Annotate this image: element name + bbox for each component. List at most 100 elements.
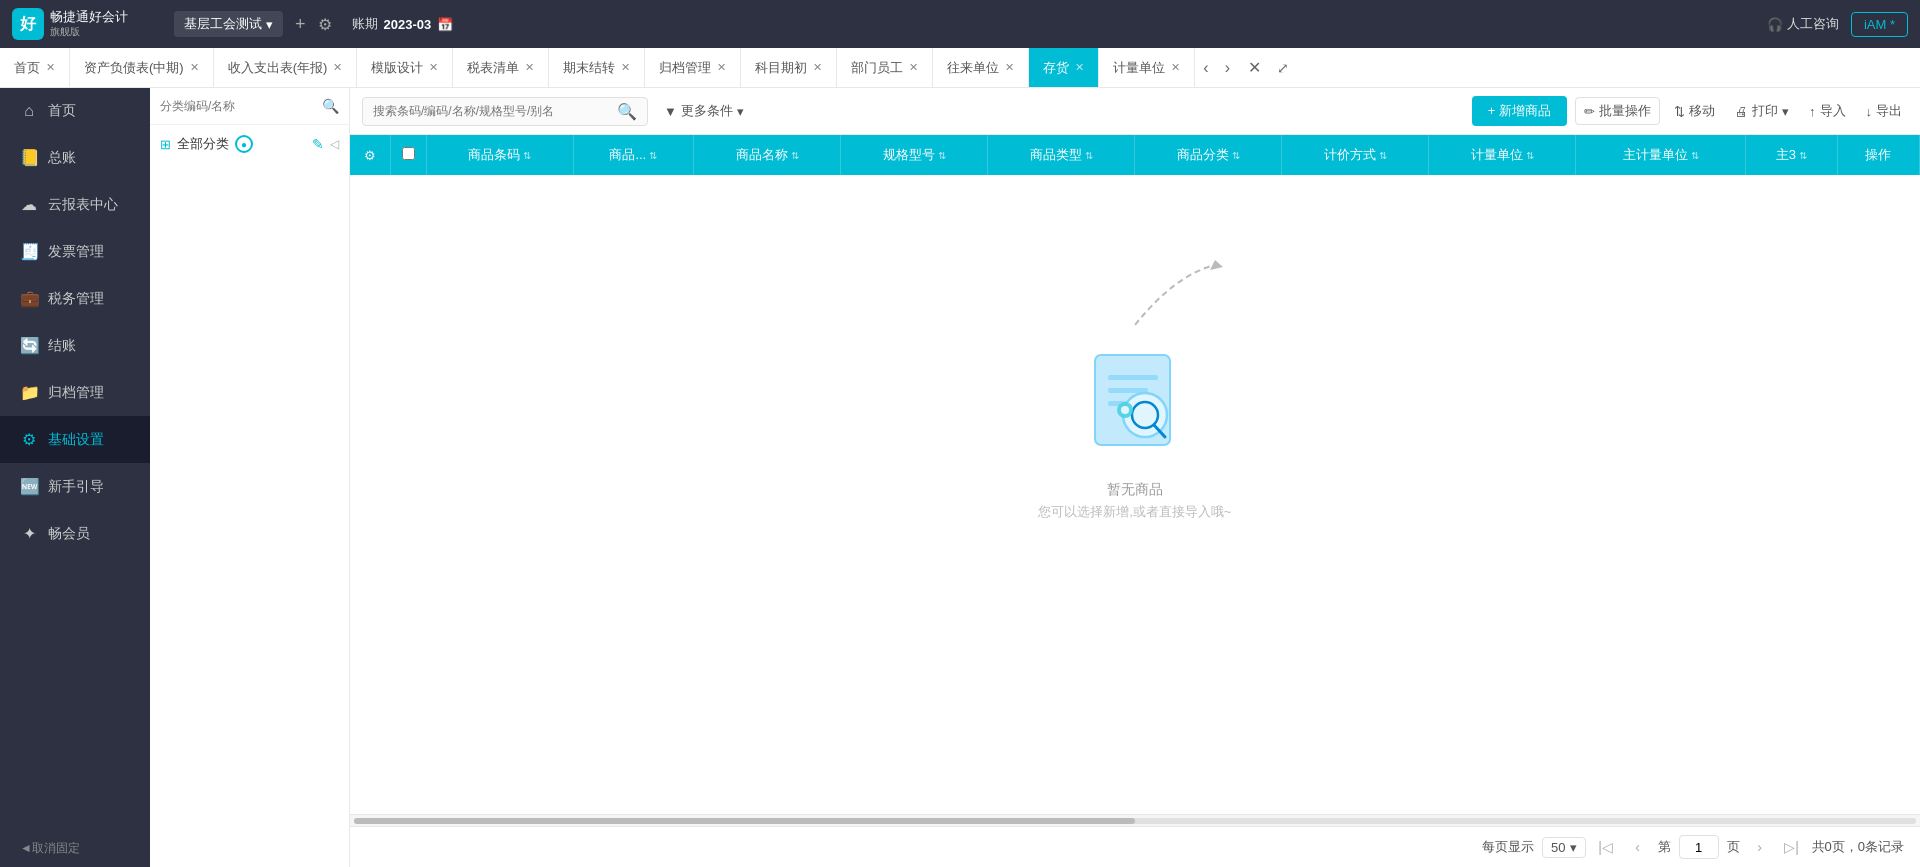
tab-income[interactable]: 收入支出表(年报) ✕ — [214, 48, 358, 87]
move-btn[interactable]: ⇅ 移动 — [1668, 98, 1721, 124]
sort-code-icon[interactable]: ⇅ — [649, 150, 657, 161]
move-icon: ⇅ — [1674, 104, 1685, 119]
tab-archive[interactable]: 归档管理 ✕ — [645, 48, 741, 87]
product-search-icon[interactable]: 🔍 — [617, 102, 637, 121]
sidebar-item-member[interactable]: ✦ 畅会员 — [0, 510, 150, 557]
sidebar: ⌂ 首页 📒 总账 ☁ 云报表中心 🧾 发票管理 💼 税务管理 🔄 结账 📁 归… — [0, 88, 150, 867]
company-selector[interactable]: 基层工会测试 ▾ — [174, 11, 283, 37]
tab-subject-label: 科目期初 — [755, 59, 807, 77]
filter-icon: ▼ — [664, 104, 677, 119]
plus-icon[interactable]: + — [295, 14, 306, 35]
tab-balance-close[interactable]: ✕ — [190, 61, 199, 74]
tab-prev-btn[interactable]: ‹ — [1195, 48, 1216, 87]
tab-unit[interactable]: 计量单位 ✕ — [1099, 48, 1195, 87]
page-next-btn[interactable]: › — [1748, 835, 1772, 859]
tab-close-all-btn[interactable]: ✕ — [1238, 48, 1271, 87]
page-first-btn[interactable]: |◁ — [1594, 835, 1618, 859]
sort-unit-icon[interactable]: ⇅ — [1526, 150, 1534, 161]
total-label: 共0页，0条记录 — [1812, 838, 1904, 856]
tab-inventory-close[interactable]: ✕ — [1075, 61, 1084, 74]
sort-spec-icon[interactable]: ⇅ — [938, 150, 946, 161]
category-edit-btn[interactable]: ✎ — [312, 136, 324, 152]
consult-btn[interactable]: 🎧 人工咨询 — [1767, 15, 1839, 33]
tab-unit-close[interactable]: ✕ — [1171, 61, 1180, 74]
sidebar-item-invoice[interactable]: 🧾 发票管理 — [0, 228, 150, 275]
tab-tax-close[interactable]: ✕ — [525, 61, 534, 74]
sidebar-item-archive[interactable]: 📁 归档管理 — [0, 369, 150, 416]
page-prev-btn[interactable]: ‹ — [1626, 835, 1650, 859]
tab-expand-btn[interactable]: ⤢ — [1271, 48, 1295, 87]
top-header: 好 畅捷通好会计 旗舰版 基层工会测试 ▾ + ⚙ 账期 2023-03 📅 🎧… — [0, 0, 1920, 48]
page-input[interactable] — [1679, 835, 1719, 859]
th-price-method-label: 计价方式 — [1324, 146, 1376, 164]
tab-inventory[interactable]: 存货 ✕ — [1029, 48, 1099, 87]
content-area: 🔍 ⊞ 全部分类 ● ✎ ◁ 🔍 — [150, 88, 1920, 867]
header-right: 🎧 人工咨询 iAM * — [1767, 12, 1908, 37]
sidebar-item-closing[interactable]: 🔄 结账 — [0, 322, 150, 369]
sidebar-item-home[interactable]: ⌂ 首页 — [0, 88, 150, 134]
tab-partner-close[interactable]: ✕ — [1005, 61, 1014, 74]
sidebar-item-ledger[interactable]: 📒 总账 — [0, 134, 150, 181]
filter-btn[interactable]: ▼ 更多条件 ▾ — [656, 98, 752, 124]
add-product-btn[interactable]: + 新增商品 — [1472, 96, 1567, 126]
sidebar-item-report[interactable]: ☁ 云报表中心 — [0, 181, 150, 228]
export-btn[interactable]: ↓ 导出 — [1860, 98, 1909, 124]
tab-department[interactable]: 部门员工 ✕ — [837, 48, 933, 87]
sidebar-unpin-btn[interactable]: ◄取消固定 — [0, 830, 150, 867]
page-last-btn[interactable]: ▷| — [1780, 835, 1804, 859]
pagination-row: 每页显示 50 ▾ |◁ ‹ 第 页 › ▷| 共0页，0条记录 — [350, 826, 1920, 867]
tab-period-end-close[interactable]: ✕ — [621, 61, 630, 74]
archive-icon: 📁 — [20, 383, 38, 402]
move-label: 移动 — [1689, 102, 1715, 120]
sidebar-ledger-label: 总账 — [48, 149, 76, 167]
collapse-btn[interactable]: ◁ — [330, 137, 339, 151]
product-search-input[interactable] — [373, 104, 613, 118]
tab-partner[interactable]: 往来单位 ✕ — [933, 48, 1029, 87]
tab-tax[interactable]: 税表清单 ✕ — [453, 48, 549, 87]
period-label: 账期 — [352, 15, 378, 33]
tab-next-btn[interactable]: › — [1217, 48, 1238, 87]
tab-template-close[interactable]: ✕ — [429, 61, 438, 74]
print-btn[interactable]: 🖨 打印 ▾ — [1729, 98, 1795, 124]
import-btn[interactable]: ↑ 导入 — [1803, 98, 1852, 124]
th-name-label: 商品名称 — [736, 146, 788, 164]
tab-subject-close[interactable]: ✕ — [813, 61, 822, 74]
select-all-checkbox[interactable] — [402, 147, 415, 160]
tab-department-close[interactable]: ✕ — [909, 61, 918, 74]
settings-icon[interactable]: ⚙ — [318, 15, 332, 34]
tab-home-close[interactable]: ✕ — [46, 61, 55, 74]
tab-template[interactable]: 模版设计 ✕ — [357, 48, 453, 87]
tab-balance[interactable]: 资产负债表(中期) ✕ — [70, 48, 214, 87]
sort-col3-icon[interactable]: ⇅ — [1799, 150, 1807, 161]
per-page-select[interactable]: 50 ▾ — [1542, 837, 1585, 858]
tab-archive-close[interactable]: ✕ — [717, 61, 726, 74]
category-circle-icon: ● — [235, 135, 253, 153]
kuaiji-btn[interactable]: iAM * — [1851, 12, 1908, 37]
scroll-thumb[interactable] — [354, 818, 1135, 824]
sort-price-icon[interactable]: ⇅ — [1379, 150, 1387, 161]
batch-btn[interactable]: ✏ 批量操作 — [1575, 97, 1660, 125]
horizontal-scrollbar[interactable] — [350, 814, 1920, 826]
scroll-track[interactable] — [354, 818, 1916, 824]
toolbar-row: 🔍 ▼ 更多条件 ▾ + 新增商品 ✏ 批量操作 — [350, 88, 1920, 135]
sort-barcode-icon[interactable]: ⇅ — [523, 150, 531, 161]
closing-icon: 🔄 — [20, 336, 38, 355]
category-search-icon[interactable]: 🔍 — [322, 98, 339, 114]
sort-type-icon[interactable]: ⇅ — [1085, 150, 1093, 161]
calendar-icon[interactable]: 📅 — [437, 17, 453, 32]
th-checkbox[interactable] — [390, 135, 426, 175]
product-search-bar: 🔍 — [362, 97, 648, 126]
tab-income-close[interactable]: ✕ — [333, 61, 342, 74]
tab-home[interactable]: 首页 ✕ — [0, 48, 70, 87]
tab-period-end[interactable]: 期末结转 ✕ — [549, 48, 645, 87]
sort-category-icon[interactable]: ⇅ — [1232, 150, 1240, 161]
th-gear[interactable]: ⚙ — [350, 135, 390, 175]
category-header[interactable]: ⊞ 全部分类 ● ✎ ◁ — [150, 125, 349, 163]
sort-name-icon[interactable]: ⇅ — [791, 150, 799, 161]
sidebar-item-tax[interactable]: 💼 税务管理 — [0, 275, 150, 322]
tab-subject[interactable]: 科目期初 ✕ — [741, 48, 837, 87]
sort-main-unit-icon[interactable]: ⇅ — [1691, 150, 1699, 161]
sidebar-item-guide[interactable]: 🆕 新手引导 — [0, 463, 150, 510]
sidebar-item-settings[interactable]: ⚙ 基础设置 — [0, 416, 150, 463]
category-search-input[interactable] — [160, 99, 318, 113]
